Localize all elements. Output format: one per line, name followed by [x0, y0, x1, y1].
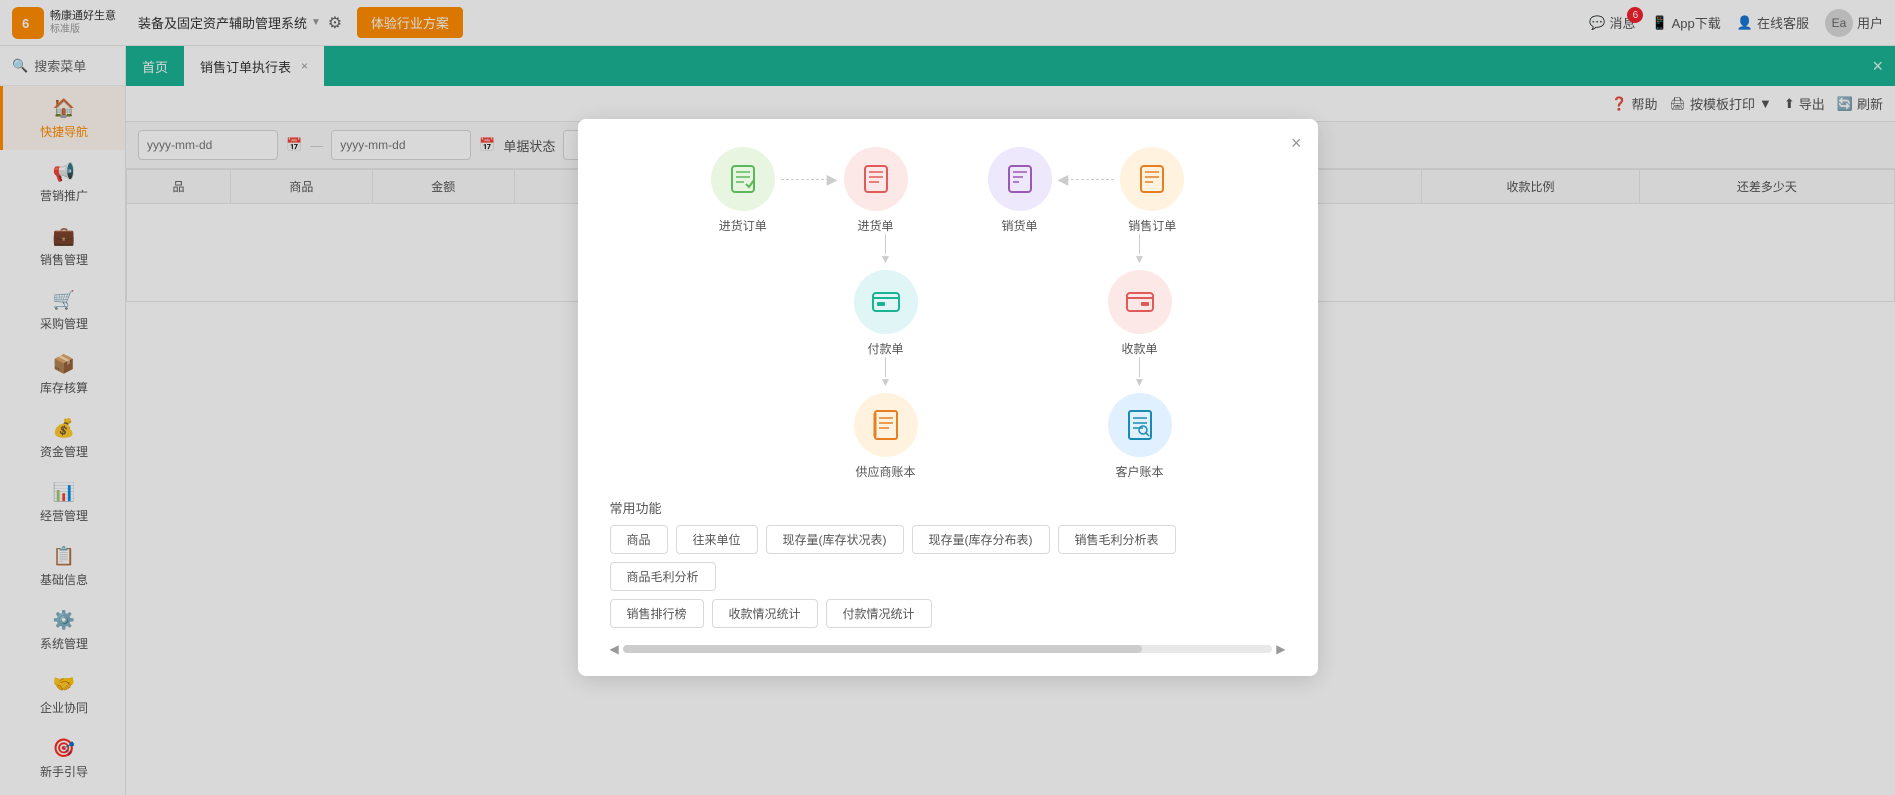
- sales-order-label: 销售订单: [1128, 217, 1176, 234]
- btn-sales-margin[interactable]: 销售毛利分析表: [1058, 525, 1176, 554]
- flow-node-receipt[interactable]: 收款单: [1108, 270, 1172, 357]
- purchase-bill-label: 进货单: [857, 217, 893, 234]
- common-buttons-row2: 销售排行榜 收款情况统计 付款情况统计: [610, 599, 1286, 628]
- flow-bottom-section: ▼ 供应商账本 ▼ 客户: [610, 357, 1286, 480]
- purchase-order-icon: [711, 147, 775, 211]
- btn-product[interactable]: 商品: [610, 525, 668, 554]
- flow-node-purchase-order[interactable]: 进货订单: [711, 147, 775, 234]
- arrow-order-to-bill: ◀: [1052, 171, 1121, 188]
- arrow-purchase-to-bill: ▶: [775, 171, 844, 188]
- purchase-order-label: 进货订单: [719, 217, 767, 234]
- flow-node-supplier-ledger[interactable]: 供应商账本: [854, 393, 918, 480]
- right-bottom-column: ▼ 客户账本: [1108, 357, 1172, 480]
- modal-overlay[interactable]: × 进货订单 ▶: [0, 0, 1895, 795]
- sales-bill-label: 销货单: [1001, 217, 1037, 234]
- flow-diagram: 进货订单 ▶ 进货单: [610, 147, 1286, 480]
- flow-node-purchase-bill[interactable]: 进货单: [844, 147, 908, 234]
- v-arrow-1: [885, 234, 886, 254]
- btn-sales-rank[interactable]: 销售排行榜: [610, 599, 704, 628]
- receipt-label: 收款单: [1121, 340, 1157, 357]
- btn-partners[interactable]: 往来单位: [676, 525, 758, 554]
- btn-stock-status[interactable]: 现存量(库存状况表): [766, 525, 904, 554]
- scroll-left-arrow[interactable]: ◀: [610, 642, 619, 656]
- right-column: ▼ 收款单: [1108, 234, 1172, 357]
- sales-bill-icon: [988, 147, 1052, 211]
- modal-close-button[interactable]: ×: [1291, 133, 1302, 154]
- customer-ledger-icon: [1108, 393, 1172, 457]
- modal: × 进货订单 ▶: [578, 119, 1318, 676]
- btn-receipt-stats[interactable]: 收款情况统计: [712, 599, 818, 628]
- btn-stock-dist[interactable]: 现存量(库存分布表): [912, 525, 1050, 554]
- flow-node-sales-bill[interactable]: 销货单: [988, 147, 1052, 234]
- flow-node-payment[interactable]: 付款单: [854, 270, 918, 357]
- common-functions-section: 常用功能 商品 往来单位 现存量(库存状况表) 现存量(库存分布表) 销售毛利分…: [610, 498, 1286, 628]
- flow-node-sales-order[interactable]: 销售订单: [1120, 147, 1184, 234]
- sales-order-icon: [1120, 147, 1184, 211]
- scroll-track[interactable]: [623, 645, 1273, 653]
- purchase-bill-icon: [844, 147, 908, 211]
- left-column: ▼ 付款单: [854, 234, 918, 357]
- scroll-thumb: [623, 645, 1143, 653]
- modal-scrollbar: ◀ ▶: [610, 642, 1286, 656]
- scroll-right-arrow[interactable]: ▶: [1276, 642, 1285, 656]
- flow-middle-section: ▼ 付款单 ▼ 收款单: [610, 234, 1286, 357]
- v-arrow-2: [1139, 234, 1140, 254]
- v-arrow-4: [1139, 357, 1140, 377]
- receipt-icon: [1108, 270, 1172, 334]
- supplier-ledger-icon: [854, 393, 918, 457]
- payment-label: 付款单: [867, 340, 903, 357]
- v-arrow-3: [885, 357, 886, 377]
- payment-icon: [854, 270, 918, 334]
- btn-product-margin[interactable]: 商品毛利分析: [610, 562, 716, 591]
- common-buttons: 商品 往来单位 现存量(库存状况表) 现存量(库存分布表) 销售毛利分析表 商品…: [610, 525, 1286, 591]
- flow-top-row: 进货订单 ▶ 进货单: [711, 147, 1185, 234]
- btn-payment-stats[interactable]: 付款情况统计: [826, 599, 932, 628]
- left-bottom-column: ▼ 供应商账本: [854, 357, 918, 480]
- supplier-ledger-label: 供应商账本: [855, 463, 915, 480]
- flow-node-customer-ledger[interactable]: 客户账本: [1108, 393, 1172, 480]
- common-functions-title: 常用功能: [610, 498, 1286, 517]
- customer-ledger-label: 客户账本: [1115, 463, 1163, 480]
